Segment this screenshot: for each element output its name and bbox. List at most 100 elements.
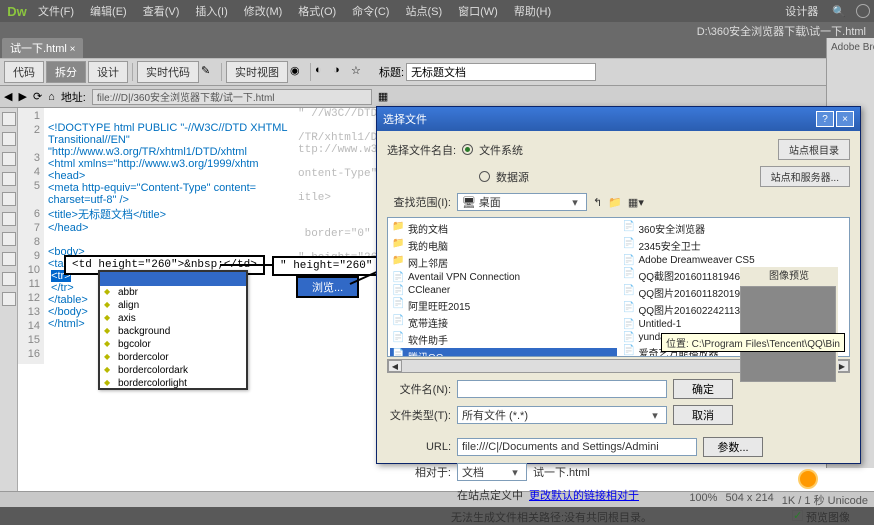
list-item[interactable]: 软件助手 (390, 331, 617, 348)
path-bar: D:\360安全浏览器下载\试一下.html (0, 22, 874, 38)
title-field[interactable] (406, 63, 596, 81)
menu-window[interactable]: 窗口(W) (450, 3, 506, 19)
list-item[interactable]: CCleaner (390, 284, 617, 297)
list-item-selected[interactable]: 腾讯QQ (390, 348, 617, 356)
live-view-button[interactable]: 实时视图 (226, 61, 288, 83)
tool-icon-2[interactable]: ◑ (333, 64, 349, 80)
ac-item[interactable]: bordercolordark (100, 364, 246, 377)
tab-bar: 试一下.html × (0, 38, 874, 58)
desktop-icon: 🖥 (462, 196, 476, 209)
inspect-icon[interactable]: ✎ (201, 64, 217, 80)
list-item[interactable]: 宽带连接 (390, 314, 617, 331)
relative-file: 试一下.html (533, 464, 590, 480)
gutter-icon[interactable] (2, 272, 16, 286)
menu-bar: Dw 文件(F) 编辑(E) 查看(V) 插入(I) 修改(M) 格式(O) 命… (0, 0, 874, 22)
menu-format[interactable]: 格式(O) (290, 3, 344, 19)
ac-item[interactable]: bgcolor (100, 338, 246, 351)
list-item[interactable]: 我的文档 (390, 220, 617, 237)
cs-live-icon[interactable] (856, 4, 870, 18)
ac-item[interactable]: axis (100, 312, 246, 325)
filetype-label: 文件类型(T): (387, 407, 451, 423)
menu-view[interactable]: 查看(V) (135, 3, 188, 19)
document-tab[interactable]: 试一下.html × (2, 38, 83, 58)
list-item[interactable]: 网上邻居 (390, 254, 617, 271)
ac-item[interactable]: bordercolorlight (100, 377, 246, 388)
list-item[interactable]: 我的电脑 (390, 237, 617, 254)
site-server-button[interactable]: 站点和服务器... (760, 166, 850, 187)
filetype-combo[interactable]: 所有文件 (*.*)▾ (457, 406, 667, 424)
gutter-icon[interactable] (2, 192, 16, 206)
preview-checkbox[interactable] (792, 510, 803, 521)
tool-icon-1[interactable]: ◐ (315, 64, 331, 80)
radio-datasource[interactable] (479, 171, 490, 182)
gutter-icon[interactable] (2, 172, 16, 186)
gutter-icon[interactable] (2, 132, 16, 146)
back-icon[interactable]: ◀ (4, 90, 12, 103)
preview-panel: 图像预览 (740, 267, 838, 387)
ac-item[interactable]: abbr (100, 286, 246, 299)
browse-button-callout[interactable]: 浏览... (296, 276, 359, 298)
split-view-button[interactable]: 拆分 (46, 61, 86, 83)
gutter-icon[interactable] (2, 292, 16, 306)
home-icon[interactable]: ⌂ (48, 91, 55, 103)
side-panel-label: Adobe BrowserLa (827, 38, 874, 57)
td-callout-right: " height="260" (272, 256, 380, 276)
scroll-left-icon[interactable]: ◀ (388, 360, 402, 372)
forward-icon[interactable]: ▶ (18, 90, 26, 103)
gutter-icon[interactable] (2, 232, 16, 246)
ok-button[interactable]: 确定 (673, 379, 733, 399)
gutter-icon[interactable] (2, 212, 16, 226)
tool-icon-3[interactable]: ☆ (351, 64, 367, 80)
file-dialog: 选择文件 ? × 选择文件名自: 文件系统 站点根目录 数据源 站点和服务器..… (376, 106, 861, 464)
preview-title: 图像预览 (740, 267, 838, 282)
relative-combo[interactable]: 文档▾ (457, 463, 527, 481)
cancel-button[interactable]: 取消 (673, 405, 733, 425)
list-item[interactable]: 360安全浏览器 (621, 220, 848, 237)
close-icon[interactable]: × (836, 111, 854, 127)
menu-site[interactable]: 站点(S) (397, 3, 450, 19)
design-view-button[interactable]: 设计 (88, 61, 128, 83)
menu-help[interactable]: 帮助(H) (506, 3, 559, 19)
viewmode-icon[interactable]: ▦▾ (628, 196, 644, 209)
gutter-icon[interactable] (2, 252, 16, 266)
relative-label: 相对于: (387, 464, 451, 480)
list-item[interactable]: 2345安全卫士 (621, 237, 848, 254)
address-field[interactable] (92, 89, 372, 105)
list-item[interactable]: Adobe Dreamweaver CS5 (621, 254, 848, 267)
autocomplete-popup: abbr align axis background bgcolor borde… (98, 270, 248, 390)
menu-modify[interactable]: 修改(M) (236, 3, 291, 19)
inspect2-icon[interactable]: ◉ (290, 64, 306, 80)
params-button[interactable]: 参数... (703, 437, 763, 457)
autocomplete-list[interactable]: abbr align axis background bgcolor borde… (100, 286, 246, 388)
radio-filesystem[interactable] (462, 144, 473, 155)
list-item[interactable]: 阿里旺旺2015 (390, 297, 617, 314)
list-item[interactable]: Aventail VPN Connection (390, 271, 617, 284)
ac-item[interactable]: bordercolor (100, 351, 246, 364)
note2-text: 无法生成文件相关路径:没有共同根目录。 (451, 512, 652, 524)
help-icon[interactable]: ? (816, 111, 834, 127)
newfolder-icon[interactable]: 📁 (608, 196, 622, 209)
menu-file[interactable]: 文件(F) (30, 3, 82, 19)
go-icon[interactable]: ▦ (378, 90, 388, 103)
url-field[interactable]: file:///C|/Documents and Settings/Admini (457, 438, 697, 456)
site-root-button[interactable]: 站点根目录 (778, 139, 850, 160)
workspace-selector[interactable]: 设计器 (781, 3, 822, 19)
dialog-titlebar[interactable]: 选择文件 ? × (377, 107, 860, 131)
live-code-button[interactable]: 实时代码 (137, 61, 199, 83)
menu-commands[interactable]: 命令(C) (344, 3, 397, 19)
search-icon[interactable]: 🔍 (828, 5, 850, 18)
refresh-icon[interactable]: ⟳ (33, 90, 42, 103)
menu-edit[interactable]: 编辑(E) (82, 3, 135, 19)
up-icon[interactable]: ↰ (593, 196, 602, 209)
gutter-icon[interactable] (2, 152, 16, 166)
ac-item[interactable]: align (100, 299, 246, 312)
code-view-button[interactable]: 代码 (4, 61, 44, 83)
title-label: 标题: (379, 64, 404, 80)
gutter-icon[interactable] (2, 112, 16, 126)
ac-item[interactable]: background (100, 325, 246, 338)
note-link[interactable]: 更改默认的链接相对于 (529, 487, 639, 503)
filename-field[interactable] (457, 380, 667, 398)
menu-insert[interactable]: 插入(I) (187, 3, 235, 19)
scope-combo[interactable]: 🖥 桌面▾ (457, 193, 587, 211)
line-numbers: 12345678910111213141516 (18, 108, 44, 364)
